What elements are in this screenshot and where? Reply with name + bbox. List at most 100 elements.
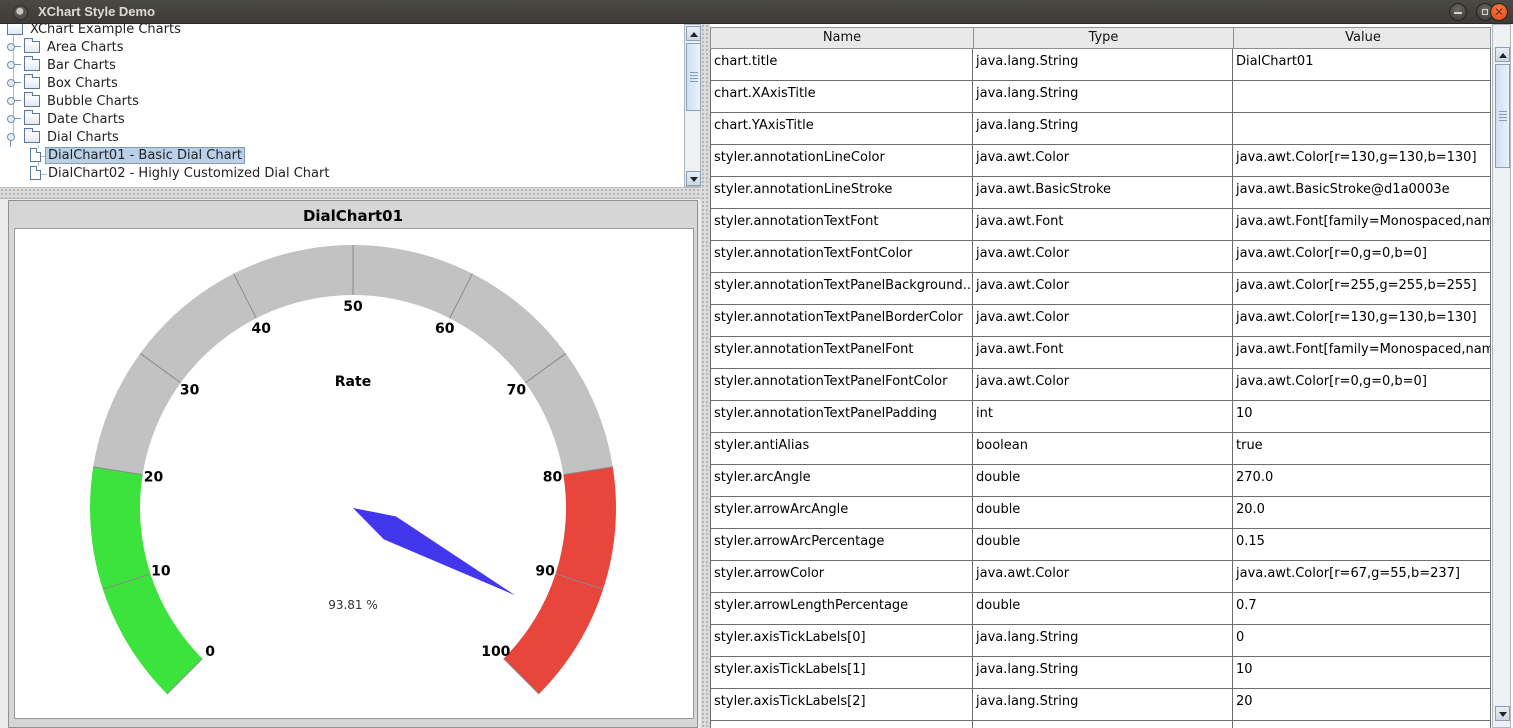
type-cell[interactable]: double [973,465,1233,496]
type-cell[interactable]: java.lang.String [973,113,1233,144]
column-header-type[interactable]: Type [974,28,1234,48]
table-row[interactable]: styler.annotationLineStroke java.awt.Basi… [710,177,1491,209]
table-scrollbar[interactable] [1492,24,1511,728]
name-cell[interactable]: styler.annotationLineStroke [710,177,973,208]
column-header-name[interactable]: Name [711,28,974,48]
type-cell[interactable]: java.awt.Color [973,273,1233,304]
scrollbar-thumb[interactable] [686,43,701,111]
name-cell[interactable]: styler.arrowArcPercentage [710,529,973,560]
name-cell[interactable]: styler.axisTickLabels[0] [710,625,973,656]
tree-scrollbar[interactable] [684,24,701,187]
value-cell[interactable]: 20 [1233,689,1491,720]
name-cell[interactable]: styler.arrowColor [710,561,973,592]
column-header-value[interactable]: Value [1234,28,1491,48]
type-cell[interactable]: java.awt.Color [973,305,1233,336]
value-cell[interactable]: 0 [1233,625,1491,656]
name-cell[interactable]: styler.annotationTextPanelBackground... [710,273,973,304]
table-row[interactable]: chart.YAxisTitle java.lang.String [710,113,1491,145]
tree-item[interactable]: Bubble Charts [0,92,684,110]
value-cell[interactable]: 0.7 [1233,593,1491,624]
type-cell[interactable]: double [973,529,1233,560]
table-row[interactable]: chart.title java.lang.String DialChart01 [710,49,1491,81]
table-row[interactable]: styler.axisTickLabels[0] java.lang.String… [710,625,1491,657]
tree-item[interactable]: Area Charts [0,38,684,56]
table-row[interactable]: chart.XAxisTitle java.lang.String [710,81,1491,113]
tree-item[interactable]: DialChart01 - Basic Dial Chart [0,146,684,164]
type-cell[interactable]: java.lang.String [973,49,1233,80]
type-cell[interactable] [973,721,1233,728]
table-row[interactable]: styler.axisTickLabels[2] java.lang.String… [710,689,1491,721]
name-cell[interactable]: chart.title [710,49,973,80]
table-row[interactable]: styler.antiAlias boolean true [710,433,1491,465]
tree-collapsed-handle-icon[interactable] [7,79,21,87]
name-cell[interactable]: styler.annotationTextFont [710,209,973,240]
tree-item[interactable]: Box Charts [0,74,684,92]
type-cell[interactable]: double [973,497,1233,528]
value-cell[interactable]: 270.0 [1233,465,1491,496]
table-row[interactable]: styler.annotationTextPanelFont java.awt.F… [710,337,1491,369]
name-cell[interactable]: chart.XAxisTitle [710,81,973,112]
tree-item[interactable]: DialChart02 - Highly Customized Dial Cha… [0,164,684,182]
minimize-button[interactable] [1449,3,1467,21]
value-cell[interactable] [1233,113,1491,144]
table-row[interactable]: styler.annotationTextPanelPadding int 10 [710,401,1491,433]
value-cell[interactable]: 10 [1233,657,1491,688]
tree-item[interactable]: Dial Charts [0,128,684,147]
value-cell[interactable] [1233,81,1491,112]
table-row[interactable]: styler.annotationTextFontColor java.awt.C… [710,241,1491,273]
name-cell[interactable]: chart.YAxisTitle [710,113,973,144]
name-cell[interactable]: styler.arrowLengthPercentage [710,593,973,624]
type-cell[interactable]: java.awt.Color [973,241,1233,272]
vertical-split-divider[interactable] [701,24,710,728]
value-cell[interactable]: DialChart01 [1233,49,1491,80]
value-cell[interactable]: true [1233,433,1491,464]
scroll-up-button[interactable] [1495,47,1510,62]
name-cell[interactable]: styler.annotationLineColor [710,145,973,176]
tree-collapsed-handle-icon[interactable] [7,61,21,69]
name-cell[interactable]: styler.annotationTextPanelFontColor [710,369,973,400]
name-cell[interactable]: styler.axisTickLabels[1] [710,657,973,688]
tree-expanded-handle-icon[interactable] [7,133,21,147]
type-cell[interactable]: java.awt.Color [973,561,1233,592]
table-row[interactable]: styler.arrowColor java.awt.Color java.awt.… [710,561,1491,593]
name-cell[interactable]: styler.axisTickLabels[2] [710,689,973,720]
type-cell[interactable]: java.awt.Font [973,337,1233,368]
value-cell[interactable] [1233,721,1491,728]
type-cell[interactable]: java.awt.Color [973,145,1233,176]
value-cell[interactable]: java.awt.Color[r=255,g=255,b=255] [1233,273,1491,304]
table-row[interactable]: styler.annotationTextPanelBorderColor jav… [710,305,1491,337]
table-row[interactable]: styler.annotationTextPanelFontColor java.… [710,369,1491,401]
type-cell[interactable]: java.awt.BasicStroke [973,177,1233,208]
value-cell[interactable]: java.awt.Font[family=Monospaced,nam... [1233,209,1491,240]
table-row-partial[interactable] [710,721,1491,728]
type-cell[interactable]: java.awt.Color [973,369,1233,400]
tree-collapsed-handle-icon[interactable] [7,97,21,105]
name-cell[interactable]: styler.annotationTextFontColor [710,241,973,272]
value-cell[interactable]: 0.15 [1233,529,1491,560]
table-row[interactable]: styler.arrowArcAngle double 20.0 [710,497,1491,529]
table-row[interactable]: styler.annotationTextPanelBackground... j… [710,273,1491,305]
scroll-down-button[interactable] [1495,706,1510,721]
table-row[interactable]: styler.axisTickLabels[1] java.lang.String… [710,657,1491,689]
value-cell[interactable]: 10 [1233,401,1491,432]
tree-item[interactable]: Bar Charts [0,56,684,74]
name-cell[interactable]: styler.arrowArcAngle [710,497,973,528]
scroll-down-button[interactable] [686,171,701,186]
name-cell[interactable] [710,721,973,728]
type-cell[interactable]: java.awt.Font [973,209,1233,240]
type-cell[interactable]: java.lang.String [973,81,1233,112]
name-cell[interactable]: styler.annotationTextPanelPadding [710,401,973,432]
value-cell[interactable]: java.awt.Font[family=Monospaced,nam... [1233,337,1491,368]
titlebar[interactable]: XChart Style Demo ✕ [0,0,1513,24]
table-row[interactable]: styler.arrowLengthPercentage double 0.7 [710,593,1491,625]
type-cell[interactable]: java.lang.String [973,657,1233,688]
value-cell[interactable]: java.awt.Color[r=130,g=130,b=130] [1233,145,1491,176]
tree-item[interactable]: Date Charts [0,110,684,128]
value-cell[interactable]: java.awt.Color[r=0,g=0,b=0] [1233,241,1491,272]
name-cell[interactable]: styler.antiAlias [710,433,973,464]
name-cell[interactable]: styler.annotationTextPanelFont [710,337,973,368]
tree-item[interactable]: XChart Example Charts [0,24,684,38]
value-cell[interactable]: java.awt.BasicStroke@d1a0003e [1233,177,1491,208]
tree-collapsed-handle-icon[interactable] [7,43,21,51]
scrollbar-thumb[interactable] [1495,64,1510,168]
